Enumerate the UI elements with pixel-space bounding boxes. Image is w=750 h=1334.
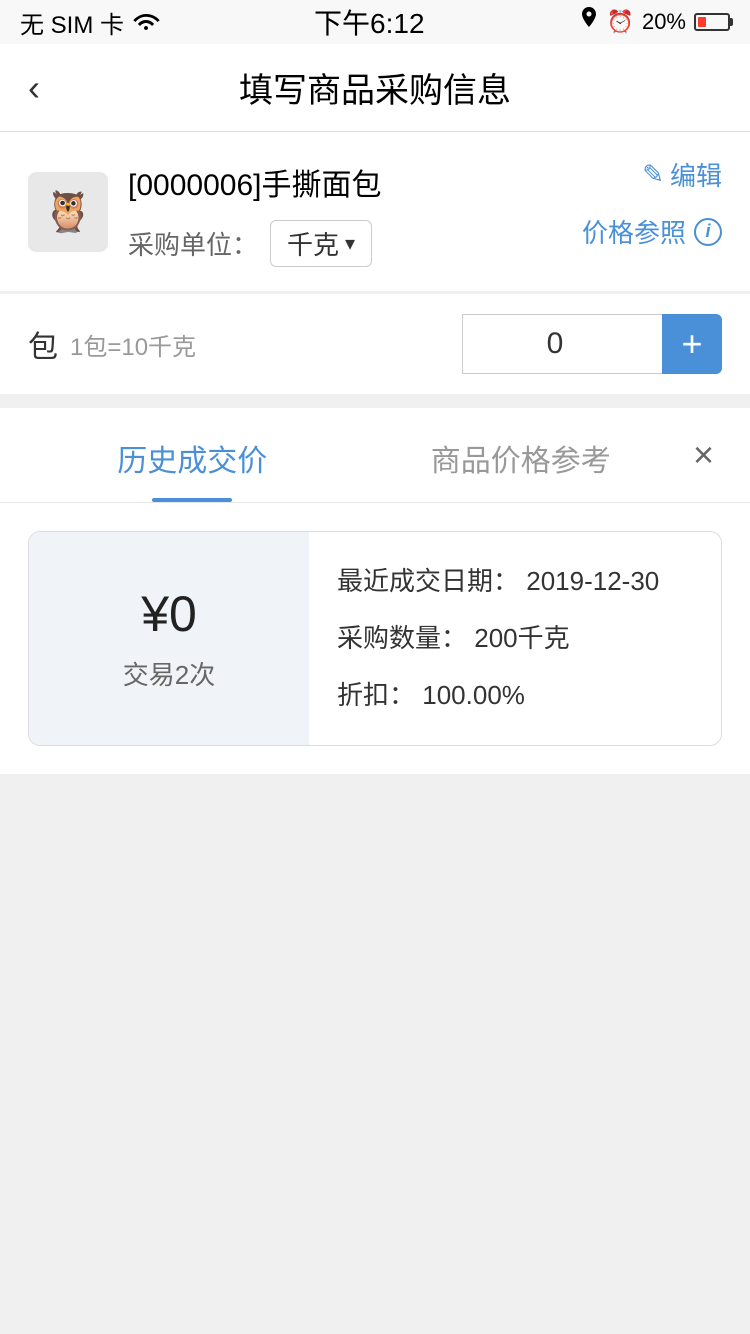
price-ref-label: 价格参照 — [582, 213, 686, 250]
product-actions: ✎ 编辑 价格参照 i — [582, 156, 722, 250]
recent-date-value: 2019-12-30 — [526, 566, 659, 596]
quantity-unit: 包 1包=10千克 — [28, 322, 196, 366]
trade-price: ¥0 — [141, 585, 197, 643]
status-left: 无 SIM 卡 — [20, 5, 160, 40]
status-right: ⏰ 20% — [579, 7, 730, 37]
product-name: [0000006]手撕面包 — [128, 160, 381, 204]
trade-card-right: 最近成交日期： 2019-12-30 采购数量： 200千克 折扣： 100.0… — [309, 532, 721, 745]
discount-label: 折扣： — [337, 680, 415, 710]
discount-value: 100.00% — [422, 680, 525, 710]
product-unit-row: 采购单位： 千克 ▾ — [128, 220, 381, 267]
trade-record-card: ¥0 交易2次 最近成交日期： 2019-12-30 采购数量： 200千克 折… — [28, 531, 722, 746]
purchase-quantity-value: 200千克 — [474, 623, 569, 653]
unit-box-label: 包 — [28, 322, 58, 366]
wifi-icon — [132, 8, 160, 37]
status-bar: 无 SIM 卡 下午6:12 ⏰ 20% — [0, 0, 750, 44]
edit-label: 编辑 — [670, 156, 722, 193]
time-display: 下午6:12 — [314, 2, 425, 42]
location-icon — [579, 7, 599, 37]
carrier-text: 无 SIM 卡 — [20, 5, 124, 40]
price-reference-button[interactable]: 价格参照 i — [582, 213, 722, 250]
battery-percent: 20% — [642, 9, 686, 35]
trade-cards: ¥0 交易2次 最近成交日期： 2019-12-30 采购数量： 200千克 折… — [0, 503, 750, 774]
product-thumbnail: 🦉 — [28, 172, 108, 252]
purchase-quantity-label: 采购数量： — [337, 623, 467, 653]
recent-date-label: 最近成交日期： — [337, 566, 519, 596]
nav-bar: ‹ 填写商品采购信息 — [0, 44, 750, 132]
product-info: [0000006]手撕面包 采购单位： 千克 ▾ — [128, 160, 381, 267]
close-tab-button[interactable]: × — [685, 437, 722, 473]
edit-button[interactable]: ✎ 编辑 — [642, 156, 722, 193]
quantity-plus-button[interactable]: + — [662, 314, 722, 374]
recent-date-row: 最近成交日期： 2019-12-30 — [337, 562, 693, 601]
unit-value: 千克 — [287, 225, 339, 262]
edit-icon: ✎ — [642, 159, 664, 190]
trade-card-left: ¥0 交易2次 — [29, 532, 309, 745]
product-left: 🦉 [0000006]手撕面包 采购单位： 千克 ▾ — [28, 156, 381, 267]
info-icon: i — [694, 218, 722, 246]
unit-label: 采购单位： — [128, 225, 258, 262]
product-image-placeholder: 🦉 — [43, 188, 93, 235]
quantity-row: 包 1包=10千克 + — [0, 293, 750, 394]
chevron-down-icon: ▾ — [345, 231, 355, 256]
tab-history-price[interactable]: 历史成交价 — [28, 408, 356, 502]
alarm-icon: ⏰ — [607, 9, 634, 35]
battery-icon — [694, 13, 730, 31]
quantity-controls: + — [462, 314, 722, 374]
tabs-section: 历史成交价 商品价格参考 × ¥0 交易2次 最近成交日期： 2019-12-3… — [0, 408, 750, 774]
purchase-quantity-row: 采购数量： 200千克 — [337, 619, 693, 658]
tab-product-price-ref[interactable]: 商品价格参考 — [356, 408, 684, 502]
main-content: 历史成交价 商品价格参考 × ¥0 交易2次 最近成交日期： 2019-12-3… — [0, 408, 750, 1208]
product-card: 🦉 [0000006]手撕面包 采购单位： 千克 ▾ ✎ 编辑 价格参照 — [0, 132, 750, 291]
tabs-header: 历史成交价 商品价格参考 × — [0, 408, 750, 503]
quantity-input[interactable] — [462, 314, 662, 374]
discount-row: 折扣： 100.00% — [337, 676, 693, 715]
page-title: 填写商品采购信息 — [239, 63, 511, 112]
back-button[interactable]: ‹ — [28, 67, 40, 109]
unit-select-dropdown[interactable]: 千克 ▾ — [270, 220, 372, 267]
unit-conversion: 1包=10千克 — [70, 327, 196, 362]
trade-count: 交易2次 — [123, 655, 215, 692]
